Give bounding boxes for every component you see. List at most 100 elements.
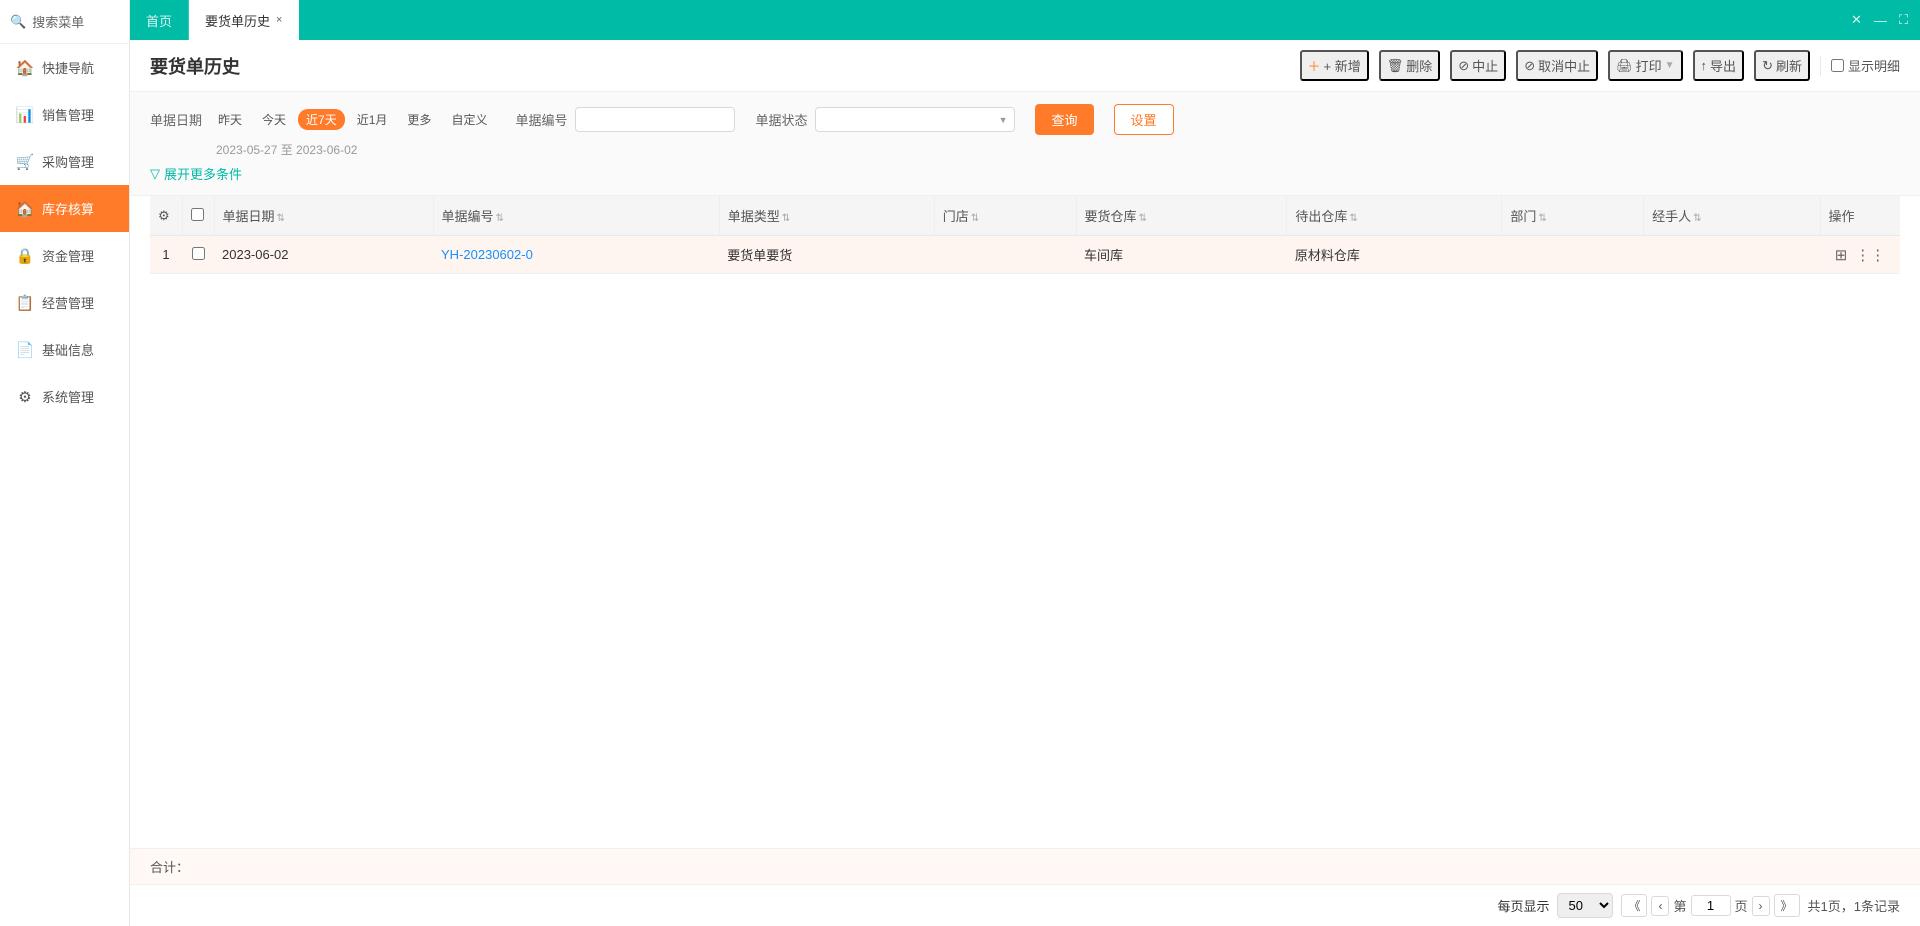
col-header-checkbox <box>182 196 214 236</box>
refresh-button[interactable]: ↻ 刷新 <box>1754 50 1810 81</box>
export-button[interactable]: ↑ 导出 <box>1693 50 1745 81</box>
window-close-icon[interactable]: ✕ <box>1851 12 1862 28</box>
col-header-doc_type[interactable]: 单据类型⇅ <box>719 196 934 236</box>
col-header-department[interactable]: 部门⇅ <box>1502 196 1644 236</box>
stop-button[interactable]: ⊘ 中止 <box>1450 50 1506 81</box>
sidebar-item-sales-mgmt[interactable]: 📊 销售管理 <box>0 91 129 138</box>
tab-label-requisition-history: 要货单历史 <box>205 11 270 30</box>
sidebar-item-quick-nav[interactable]: 🏠快捷导航 <box>0 44 129 91</box>
sort-icon-handler[interactable]: ⇅ <box>1693 213 1701 224</box>
docno-input[interactable] <box>575 107 735 132</box>
table-settings-icon[interactable]: ⚙ <box>158 208 170 223</box>
sidebar-item-inventory[interactable]: 🏠库存核算 <box>0 185 129 232</box>
row-select-0[interactable] <box>192 247 205 260</box>
delete-button[interactable]: 🗑 删除 <box>1379 50 1441 81</box>
print-icon: 🖨 <box>1616 58 1633 74</box>
date-filter-options: 昨天今天近7天近1月更多自定义 <box>210 109 495 130</box>
date-filter-group: 单据日期 昨天今天近7天近1月更多自定义 <box>150 109 495 130</box>
first-page-button[interactable]: 《 <box>1621 894 1647 917</box>
doc-no-link-0[interactable]: YH-20230602-0 <box>441 247 533 262</box>
col-label-department: 部门 <box>1510 209 1536 224</box>
topbar: 首页要货单历史 × ✕ — ⛶ <box>130 0 1920 40</box>
sidebar-search[interactable]: 🔍 搜索菜单 <box>0 0 129 44</box>
sort-icon-doc_date[interactable]: ⇅ <box>277 213 285 224</box>
show-detail-checkbox[interactable] <box>1831 59 1844 72</box>
sidebar-label-sales-mgmt: 销售管理 <box>42 105 94 124</box>
show-detail-toggle[interactable]: 显示明细 <box>1831 56 1900 75</box>
new-button[interactable]: ＋ + 新增 <box>1300 50 1369 81</box>
col-header-action: 操作 <box>1820 196 1900 236</box>
table-area: ⚙单据日期⇅单据编号⇅单据类型⇅门店⇅要货仓库⇅待出仓库⇅部门⇅经手人⇅操作 1… <box>130 196 1920 848</box>
sort-icon-req_warehouse[interactable]: ⇅ <box>1139 213 1147 224</box>
col-header-store[interactable]: 门店⇅ <box>934 196 1076 236</box>
cell-doc-no-0[interactable]: YH-20230602-0 <box>433 236 719 274</box>
date-chip-今天[interactable]: 今天 <box>254 109 294 130</box>
col-header-settings[interactable]: ⚙ <box>150 196 182 236</box>
select-all-checkbox[interactable] <box>191 208 204 221</box>
sort-icon-doc_no[interactable]: ⇅ <box>496 213 504 224</box>
sort-icon-department[interactable]: ⇅ <box>1538 213 1546 224</box>
col-header-pending_warehouse[interactable]: 待出仓库⇅ <box>1287 196 1502 236</box>
purchase-mgmt-icon: 🛒 <box>16 153 34 171</box>
settings-button[interactable]: 设置 <box>1114 104 1174 135</box>
tab-close-requisition-history[interactable]: × <box>276 14 282 26</box>
tab-requisition-history[interactable]: 要货单历史 × <box>189 0 299 40</box>
window-maximize-icon[interactable]: ⛶ <box>1899 12 1908 28</box>
topbar-right: ✕ — ⛶ <box>1851 12 1920 28</box>
row-checkbox-0[interactable] <box>182 236 214 274</box>
next-page-button[interactable]: › <box>1752 896 1770 916</box>
col-header-doc_no[interactable]: 单据编号⇅ <box>433 196 719 236</box>
expand-filter-btn[interactable]: ▽ 展开更多条件 <box>150 164 1900 183</box>
sort-icon-pending_warehouse[interactable]: ⇅ <box>1349 213 1357 224</box>
cell-department-0 <box>1502 236 1644 274</box>
window-minimize-icon[interactable]: — <box>1874 13 1887 28</box>
print-dropdown-icon: ▼ <box>1665 60 1675 71</box>
col-header-doc_date[interactable]: 单据日期⇅ <box>214 196 433 236</box>
page-size-select[interactable]: 2050100200 <box>1557 893 1613 918</box>
last-page-button[interactable]: 》 <box>1774 894 1800 917</box>
more-action-icon-0[interactable]: ⋮⋮ <box>1855 246 1885 264</box>
docstatus-select[interactable] <box>815 107 1015 132</box>
col-label-doc_no: 单据编号 <box>442 209 494 224</box>
date-chip-昨天[interactable]: 昨天 <box>210 109 250 130</box>
page-content: 要货单历史 ＋ + 新增 🗑 删除 ⊘ 中止 ⊘ 取消中止 <box>130 40 1920 926</box>
sales-mgmt-icon: 📊 <box>16 106 34 124</box>
date-chip-更多[interactable]: 更多 <box>399 109 439 130</box>
col-label-pending_warehouse: 待出仓库 <box>1295 209 1347 224</box>
page-input[interactable] <box>1691 895 1731 916</box>
inventory-icon: 🏠 <box>16 200 34 218</box>
date-chip-近1月[interactable]: 近1月 <box>349 109 396 130</box>
sidebar-item-finance-mgmt[interactable]: 🔒资金管理 <box>0 232 129 279</box>
view-action-icon-0[interactable]: ⊞ <box>1835 246 1848 264</box>
sidebar-item-ops-mgmt[interactable]: 📋经营管理 <box>0 279 129 326</box>
tab-home[interactable]: 首页 <box>130 0 189 40</box>
filter-area: 单据日期 昨天今天近7天近1月更多自定义 单据编号 单据状态 <box>130 92 1920 196</box>
docstatus-select-wrapper <box>815 107 1015 132</box>
sys-mgmt-icon: ⚙ <box>16 388 34 406</box>
page-size-label: 每页显示 <box>1497 896 1549 915</box>
page-suffix: 页 <box>1735 896 1748 915</box>
date-chip-近7天[interactable]: 近7天 <box>298 109 345 130</box>
sidebar-item-sys-mgmt[interactable]: ⚙系统管理 <box>0 373 129 420</box>
sidebar-label-finance-mgmt: 资金管理 <box>42 246 94 265</box>
sidebar-label-quick-nav: 快捷导航 <box>42 58 94 77</box>
sidebar-item-base-info[interactable]: 📄基础信息 <box>0 326 129 373</box>
date-chip-自定义[interactable]: 自定义 <box>443 109 495 130</box>
jump-label: 第 <box>1673 896 1686 915</box>
sort-icon-doc_type[interactable]: ⇅ <box>782 213 790 224</box>
sidebar-item-purchase-mgmt[interactable]: 🛒 采购管理 <box>0 138 129 185</box>
ops-mgmt-icon: 📋 <box>16 294 34 312</box>
query-button[interactable]: 查询 <box>1035 104 1093 135</box>
page-info: 共1页，1条记录 <box>1808 896 1900 915</box>
table-row[interactable]: 12023-06-02YH-20230602-0要货单要货车间库原材料仓库 ⊞ … <box>150 236 1900 274</box>
docno-filter-label: 单据编号 <box>515 110 567 129</box>
cancel-stop-button[interactable]: ⊘ 取消中止 <box>1516 50 1598 81</box>
sidebar-label-purchase-mgmt: 采购管理 <box>42 152 94 171</box>
stop-icon: ⊘ <box>1458 58 1469 74</box>
col-header-req_warehouse[interactable]: 要货仓库⇅ <box>1076 196 1287 236</box>
export-icon: ↑ <box>1701 58 1708 73</box>
print-button[interactable]: 🖨 打印 ▼ <box>1608 50 1682 81</box>
col-header-handler[interactable]: 经手人⇅ <box>1644 196 1820 236</box>
sort-icon-store[interactable]: ⇅ <box>971 213 979 224</box>
prev-page-button[interactable]: ‹ <box>1651 896 1669 916</box>
